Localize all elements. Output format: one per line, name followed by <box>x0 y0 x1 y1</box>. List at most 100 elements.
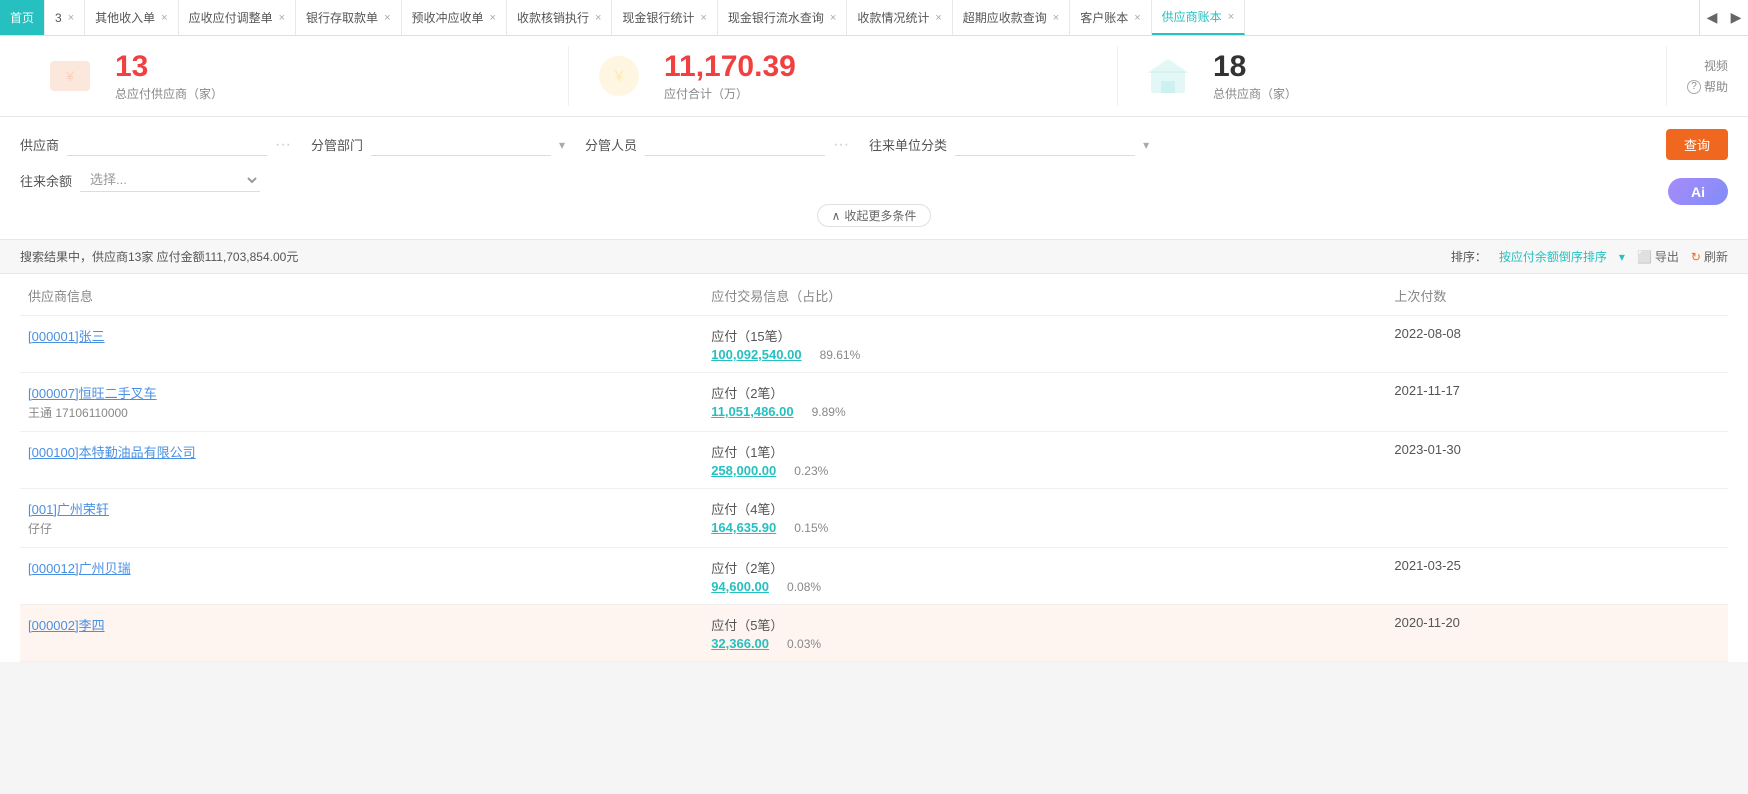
nav-tab-bank-close[interactable]: × <box>384 12 390 24</box>
tx-label-3: 应付（4笔） <box>711 502 783 517</box>
nav-tab-collection-close[interactable]: × <box>595 12 601 24</box>
cell-supplier-3: [001]广州荣轩仔仔 <box>20 489 703 548</box>
video-link[interactable]: 视频 <box>1704 57 1728 74</box>
nav-tab-collect-stat[interactable]: 收款情况统计 × <box>847 0 952 35</box>
cell-supplier-5: [000002]李四 <box>20 605 703 662</box>
nav-tab-prepay-label: 预收冲应收单 <box>412 9 484 26</box>
nav-tab-collection[interactable]: 收款核销执行 × <box>507 0 612 35</box>
nav-tab-adjustment-close[interactable]: × <box>279 12 285 24</box>
nav-tab-3[interactable]: 3 × <box>45 0 85 35</box>
supplier-link-2[interactable]: [000100]本特勤油品有限公司 <box>28 445 196 460</box>
summary-num-total: 11,170.39 <box>664 50 1097 83</box>
summary-num-payable: 13 <box>115 50 548 83</box>
cell-tx-5: 应付（5笔）32,366.000.03% <box>703 605 1386 662</box>
tx-amount-5[interactable]: 32,366.00 <box>711 636 769 651</box>
filter-supplier-input[interactable] <box>67 134 267 156</box>
filter-person-input[interactable] <box>645 134 825 156</box>
results-bar: 搜索结果中，供应商13家 应付金额111,703,854.00元 排序： 按应付… <box>0 240 1748 274</box>
filter-balance-label: 往来余额 <box>20 171 72 190</box>
sort-value[interactable]: 按应付余额倒序排序 <box>1499 248 1607 265</box>
supplier-sub-1: 王通 17106110000 <box>28 404 695 421</box>
col-supplier-info: 供应商信息 <box>20 274 703 316</box>
summary-label-total: 应付合计（万） <box>664 85 1097 102</box>
tx-amount-3[interactable]: 164,635.90 <box>711 520 776 535</box>
supplier-link-0[interactable]: [000001]张三 <box>28 329 105 344</box>
supplier-store-icon <box>1138 46 1198 106</box>
nav-tab-home-label: 首页 <box>10 9 34 26</box>
filter-category-input[interactable] <box>955 134 1135 156</box>
summary-label-payable: 总应付供应商（家） <box>115 85 548 102</box>
filter-person-dots[interactable]: ··· <box>833 136 849 154</box>
summary-actions: 视频 ? 帮助 <box>1667 57 1728 95</box>
nav-tab-customer-label: 客户账本 <box>1080 9 1128 26</box>
filter-category: 往来单位分类 ▾ <box>869 134 1149 156</box>
supplier-link-3[interactable]: [001]广州荣轩 <box>28 502 109 517</box>
nav-prev-button[interactable]: ◀ <box>1700 0 1724 36</box>
sort-chevron-icon[interactable]: ▾ <box>1619 250 1625 264</box>
tx-amount-2[interactable]: 258,000.00 <box>711 463 776 478</box>
supplier-link-5[interactable]: [000002]李四 <box>28 618 105 633</box>
nav-tab-3-close[interactable]: × <box>68 12 74 24</box>
query-button[interactable]: 查询 <box>1666 129 1728 160</box>
nav-tab-other-income[interactable]: 其他收入单 × <box>85 0 178 35</box>
nav-tab-supplier[interactable]: 供应商账本 × <box>1152 0 1245 35</box>
nav-tab-home[interactable]: 首页 <box>0 0 45 35</box>
table-row: [000001]张三应付（15笔）100,092,540.0089.61%202… <box>20 316 1728 373</box>
filter-dept-chevron[interactable]: ▾ <box>559 138 565 152</box>
cell-supplier-2: [000100]本特勤油品有限公司 <box>20 432 703 489</box>
tx-row-2: 258,000.000.23% <box>711 461 1378 478</box>
tx-pct-0: 89.61% <box>820 348 861 362</box>
filter-category-chevron[interactable]: ▾ <box>1143 138 1149 152</box>
filter-dept-input[interactable] <box>371 134 551 156</box>
filter-person-label: 分管人员 <box>585 135 637 154</box>
nav-tab-customer-close[interactable]: × <box>1134 12 1140 24</box>
nav-tab-overdue-label: 超期应收款查询 <box>963 9 1047 26</box>
nav-tab-bank[interactable]: 银行存取款单 × <box>296 0 401 35</box>
svg-text:￥: ￥ <box>612 68 626 84</box>
cell-tx-2: 应付（1笔）258,000.000.23% <box>703 432 1386 489</box>
nav-tab-prepay-close[interactable]: × <box>490 12 496 24</box>
tx-label-1: 应付（2笔） <box>711 386 783 401</box>
tx-amount-4[interactable]: 94,600.00 <box>711 579 769 594</box>
tx-pct-3: 0.15% <box>794 521 828 535</box>
nav-tab-overdue-close[interactable]: × <box>1053 12 1059 24</box>
tx-amount-0[interactable]: 100,092,540.00 <box>711 347 801 362</box>
refresh-button[interactable]: ↻ 刷新 <box>1691 248 1728 265</box>
tx-label-5: 应付（5笔） <box>711 618 783 633</box>
filter-area: 供应商 ··· 分管部门 ▾ 分管人员 ··· 往来单位分类 ▾ 查询 往来余额… <box>0 117 1748 240</box>
nav-tab-adjustment[interactable]: 应收应付调整单 × <box>179 0 296 35</box>
cell-date-2: 2023-01-30 <box>1386 432 1728 489</box>
tx-row-1: 11,051,486.009.89% <box>711 402 1378 419</box>
sort-label: 排序： <box>1451 248 1487 265</box>
cell-supplier-0: [000001]张三 <box>20 316 703 373</box>
nav-tab-cash-stat-close[interactable]: × <box>700 12 706 24</box>
top-nav: 首页 3 × 其他收入单 × 应收应付调整单 × 银行存取款单 × 预收冲应收单… <box>0 0 1748 36</box>
nav-tab-collect-stat-close[interactable]: × <box>935 12 941 24</box>
nav-tab-cash-flow-close[interactable]: × <box>830 12 836 24</box>
nav-tab-collection-label: 收款核销执行 <box>517 9 589 26</box>
collapse-button[interactable]: ∧ 收起更多条件 <box>817 204 932 227</box>
nav-tab-other-income-close[interactable]: × <box>161 12 167 24</box>
nav-tab-collect-stat-label: 收款情况统计 <box>857 9 929 26</box>
cell-supplier-1: [000007]恒旺二手叉车王通 17106110000 <box>20 373 703 432</box>
tx-row-0: 100,092,540.00 89.61% <box>711 345 1378 362</box>
nav-tab-customer[interactable]: 客户账本 × <box>1070 0 1151 35</box>
supplier-link-4[interactable]: [000012]广州贝瑞 <box>28 561 131 576</box>
filter-supplier-dots[interactable]: ··· <box>275 136 291 154</box>
help-link[interactable]: ? 帮助 <box>1687 78 1728 95</box>
nav-tab-cash-flow[interactable]: 现金银行流水查询 × <box>718 0 847 35</box>
supplier-link-1[interactable]: [000007]恒旺二手叉车 <box>28 386 157 401</box>
export-button[interactable]: ⬜ 导出 <box>1637 248 1679 265</box>
nav-tab-supplier-close[interactable]: × <box>1228 11 1234 23</box>
tx-amount-1[interactable]: 11,051,486.00 <box>711 404 793 419</box>
nav-tab-cash-stat[interactable]: 现金银行统计 × <box>612 0 717 35</box>
cell-date-0: 2022-08-08 <box>1386 316 1728 373</box>
nav-tab-overdue[interactable]: 超期应收款查询 × <box>953 0 1070 35</box>
nav-tab-prepay[interactable]: 预收冲应收单 × <box>402 0 507 35</box>
help-icon: ? <box>1687 80 1701 94</box>
filter-balance-select[interactable]: 选择... <box>80 168 260 192</box>
cell-tx-3: 应付（4笔） 164,635.90 0.15% <box>703 489 1386 548</box>
ai-badge[interactable]: Ai <box>1668 178 1728 205</box>
nav-next-button[interactable]: ▶ <box>1724 0 1748 36</box>
summary-text-total: 11,170.39 应付合计（万） <box>664 50 1097 102</box>
